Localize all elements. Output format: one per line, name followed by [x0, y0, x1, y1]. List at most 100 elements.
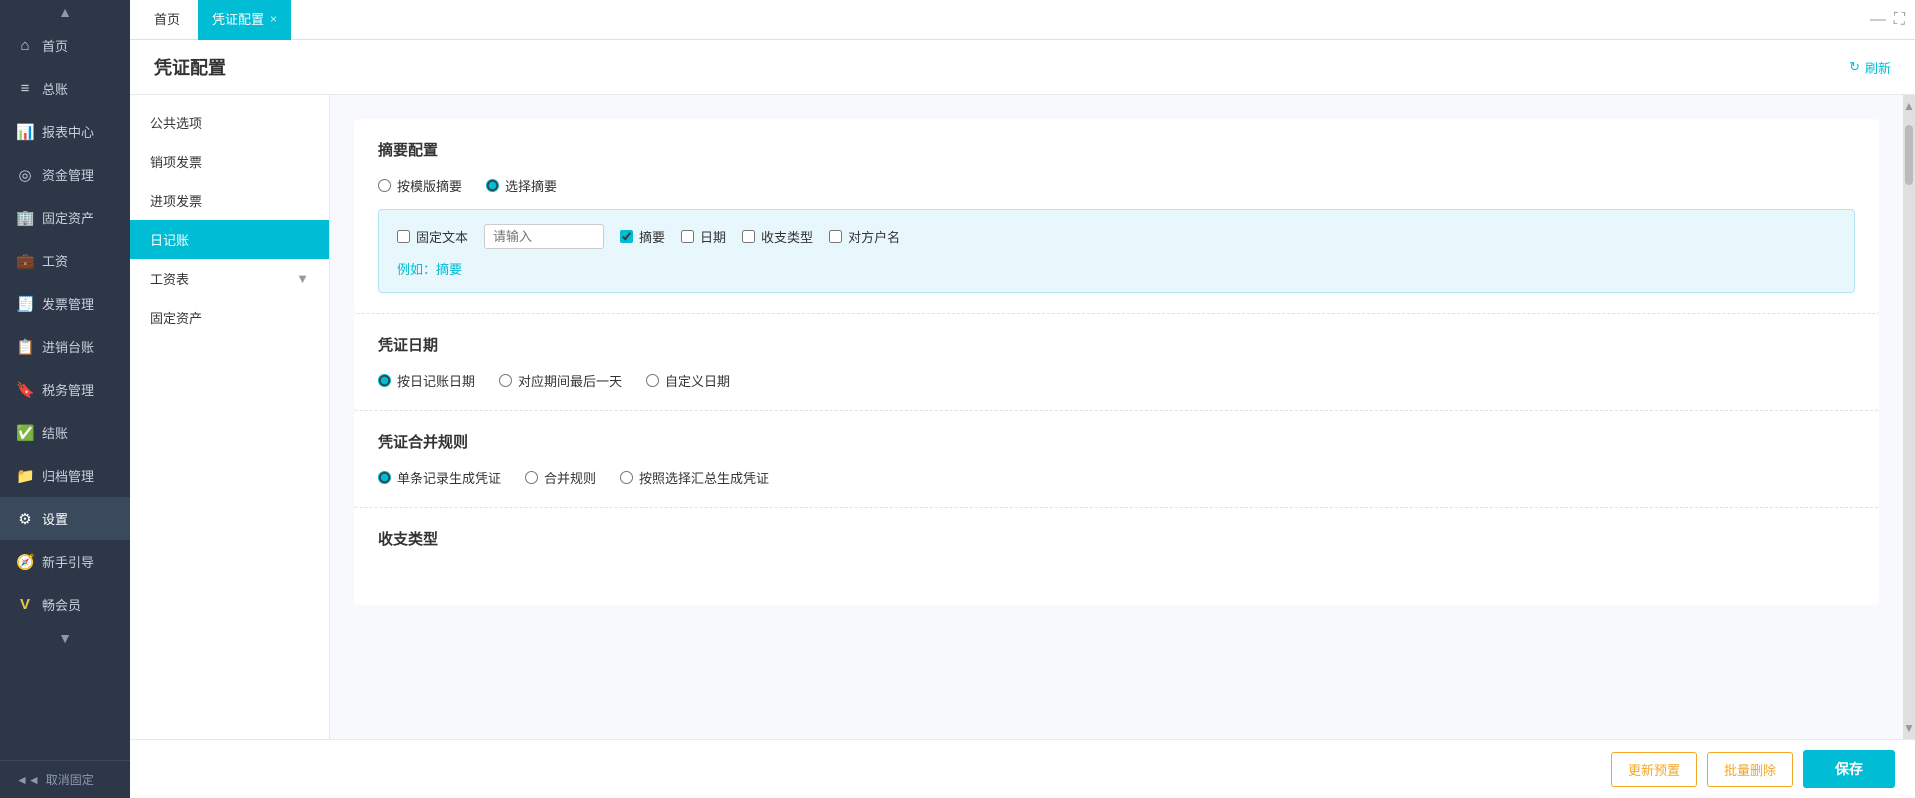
purchase-sales-icon: 📋 [16, 338, 34, 356]
sidebar-item-guide[interactable]: 🧭 新手引导 [0, 540, 130, 583]
fixed-text-input[interactable] [484, 224, 604, 249]
scroll-down-arrow[interactable]: ▼ [1903, 717, 1915, 739]
sidebar-item-home[interactable]: ⌂ 首页 [0, 24, 130, 67]
refresh-icon: ↻ [1849, 59, 1860, 75]
sidebar-item-reports[interactable]: 📊 报表中心 [0, 110, 130, 153]
summary-radio-select[interactable]: 选择摘要 [486, 176, 557, 195]
summary-config-section: 摘要配置 按模版摘要 选择摘要 [354, 119, 1879, 314]
minimize-button[interactable]: — [1870, 11, 1886, 29]
assets-icon: 🏢 [16, 209, 34, 227]
update-preset-button[interactable]: 更新预置 [1611, 752, 1697, 787]
radio-last-day[interactable]: 对应期间最后一天 [499, 371, 622, 390]
outer-scrollbar[interactable]: ▲ ▼ [1903, 95, 1915, 739]
income-type-section: 收支类型 [354, 508, 1879, 605]
vip-icon: V [16, 596, 34, 613]
radio-by-journal-date[interactable]: 按日记账日期 [378, 371, 475, 390]
tab-home[interactable]: 首页 [140, 0, 194, 40]
summary-radio-select-input[interactable] [486, 179, 499, 192]
radio-by-selection[interactable]: 按照选择汇总生成凭证 [620, 468, 769, 487]
income-type-checkbox[interactable] [742, 230, 755, 243]
sidebar-item-funds[interactable]: ◎ 资金管理 [0, 153, 130, 196]
tab-voucher-config[interactable]: 凭证配置 × [198, 0, 291, 40]
checkbox-date[interactable]: 日期 [681, 227, 726, 246]
fixed-text-checkbox[interactable] [397, 230, 410, 243]
radio-custom-date[interactable]: 自定义日期 [646, 371, 730, 390]
by-selection-input[interactable] [620, 471, 633, 484]
sidebar-item-closing[interactable]: ✅ 结账 [0, 411, 130, 454]
tabs-bar: 首页 凭证配置 × — ⛶ [130, 0, 1915, 40]
home-icon: ⌂ [16, 37, 34, 54]
checkbox-income-type[interactable]: 收支类型 [742, 227, 813, 246]
settings-icon: ⚙ [16, 510, 34, 528]
last-day-input[interactable] [499, 374, 512, 387]
sidebar-item-archive[interactable]: 📁 归档管理 [0, 454, 130, 497]
invoice-mgmt-icon: 🧾 [16, 295, 34, 313]
left-nav-public[interactable]: 公共选项 [130, 103, 329, 142]
scroll-up-arrow[interactable]: ▲ [1903, 95, 1915, 117]
left-nav: 公共选项 销项发票 进项发票 日记账 工资表 ▼ 固定资产 [130, 95, 330, 739]
left-nav-fixed-assets[interactable]: 固定资产 [130, 298, 329, 337]
by-journal-date-input[interactable] [378, 374, 391, 387]
sidebar-item-invoice-mgmt[interactable]: 🧾 发票管理 [0, 282, 130, 325]
bottom-bar: 更新预置 批量删除 保存 [130, 739, 1915, 798]
sidebar-scroll-down[interactable]: ▼ [0, 626, 130, 650]
refresh-button[interactable]: ↻ 刷新 [1849, 58, 1891, 77]
batch-delete-button[interactable]: 批量删除 [1707, 752, 1793, 787]
page-content: 凭证配置 ↻ 刷新 公共选项 销项发票 进项发票 日记账 [130, 40, 1915, 798]
voucher-date-radio-group: 按日记账日期 对应期间最后一天 自定义日期 [378, 371, 1855, 390]
page-header: 凭证配置 ↻ 刷新 [130, 40, 1915, 95]
sidebar-item-vip[interactable]: V 畅会员 [0, 583, 130, 626]
sidebar-item-payroll[interactable]: 💼 工资 [0, 239, 130, 282]
tab-close-button[interactable]: × [270, 12, 277, 26]
page-title: 凭证配置 [154, 54, 226, 80]
single-input[interactable] [378, 471, 391, 484]
summary-options-box: 固定文本 摘要 日期 [378, 209, 1855, 293]
unpin-icon: ◄◄ [16, 773, 40, 787]
scroll-thumb[interactable] [1905, 125, 1913, 185]
date-checkbox[interactable] [681, 230, 694, 243]
checkbox-counterparty[interactable]: 对方户名 [829, 227, 900, 246]
body-layout: 公共选项 销项发票 进项发票 日记账 工资表 ▼ 固定资产 [130, 95, 1915, 739]
voucher-date-section: 凭证日期 按日记账日期 对应期间最后一天 [354, 314, 1879, 411]
sidebar-item-tax[interactable]: 🔖 税务管理 [0, 368, 130, 411]
radio-single[interactable]: 单条记录生成凭证 [378, 468, 501, 487]
merge-input[interactable] [525, 471, 538, 484]
merge-rule-radio-group: 单条记录生成凭证 合并规则 按照选择汇总生成凭证 [378, 468, 1855, 487]
counterparty-checkbox[interactable] [829, 230, 842, 243]
checkbox-summary[interactable]: 摘要 [620, 227, 665, 246]
payroll-icon: 💼 [16, 252, 34, 270]
summary-checkboxes-row: 固定文本 摘要 日期 [397, 224, 1836, 249]
summary-radio-template-input[interactable] [378, 179, 391, 192]
maximize-button[interactable]: ⛶ [1894, 11, 1905, 29]
income-type-title: 收支类型 [378, 528, 1855, 549]
sidebar-item-ledger[interactable]: ≡ 总账 [0, 67, 130, 110]
main-area: 首页 凭证配置 × — ⛶ 凭证配置 ↻ 刷新 公共选项 [130, 0, 1915, 798]
left-nav-sales-invoice[interactable]: 销项发票 [130, 142, 329, 181]
summary-checkbox[interactable] [620, 230, 633, 243]
left-nav-purchase-invoice[interactable]: 进项发票 [130, 181, 329, 220]
right-content: 摘要配置 按模版摘要 选择摘要 [330, 95, 1903, 739]
save-button[interactable]: 保存 [1803, 750, 1895, 788]
merge-rule-section: 凭证合并规则 单条记录生成凭证 合并规则 [354, 411, 1879, 508]
funds-icon: ◎ [16, 166, 34, 184]
sidebar-item-purchase-sales[interactable]: 📋 进销台账 [0, 325, 130, 368]
custom-date-input[interactable] [646, 374, 659, 387]
closing-icon: ✅ [16, 424, 34, 442]
checkbox-fixed-text[interactable]: 固定文本 [397, 227, 468, 246]
sidebar-scroll-up[interactable]: ▲ [0, 0, 130, 24]
sidebar-item-settings[interactable]: ⚙ 设置 [0, 497, 130, 540]
summary-config-title: 摘要配置 [378, 139, 1855, 160]
left-nav-journal[interactable]: 日记账 [130, 220, 329, 259]
summary-radio-group: 按模版摘要 选择摘要 [378, 176, 1855, 195]
chevron-down-icon: ▼ [296, 271, 309, 286]
sidebar-item-assets[interactable]: 🏢 固定资产 [0, 196, 130, 239]
reports-icon: 📊 [16, 123, 34, 141]
summary-radio-template[interactable]: 按模版摘要 [378, 176, 462, 195]
tax-icon: 🔖 [16, 381, 34, 399]
guide-icon: 🧭 [16, 553, 34, 571]
summary-preview: 例如：摘要 [397, 259, 1836, 278]
radio-merge[interactable]: 合并规则 [525, 468, 596, 487]
left-nav-payroll-table[interactable]: 工资表 ▼ [130, 259, 329, 298]
sidebar-unpin[interactable]: ◄◄ 取消固定 [0, 760, 130, 798]
merge-rule-title: 凭证合并规则 [378, 431, 1855, 452]
